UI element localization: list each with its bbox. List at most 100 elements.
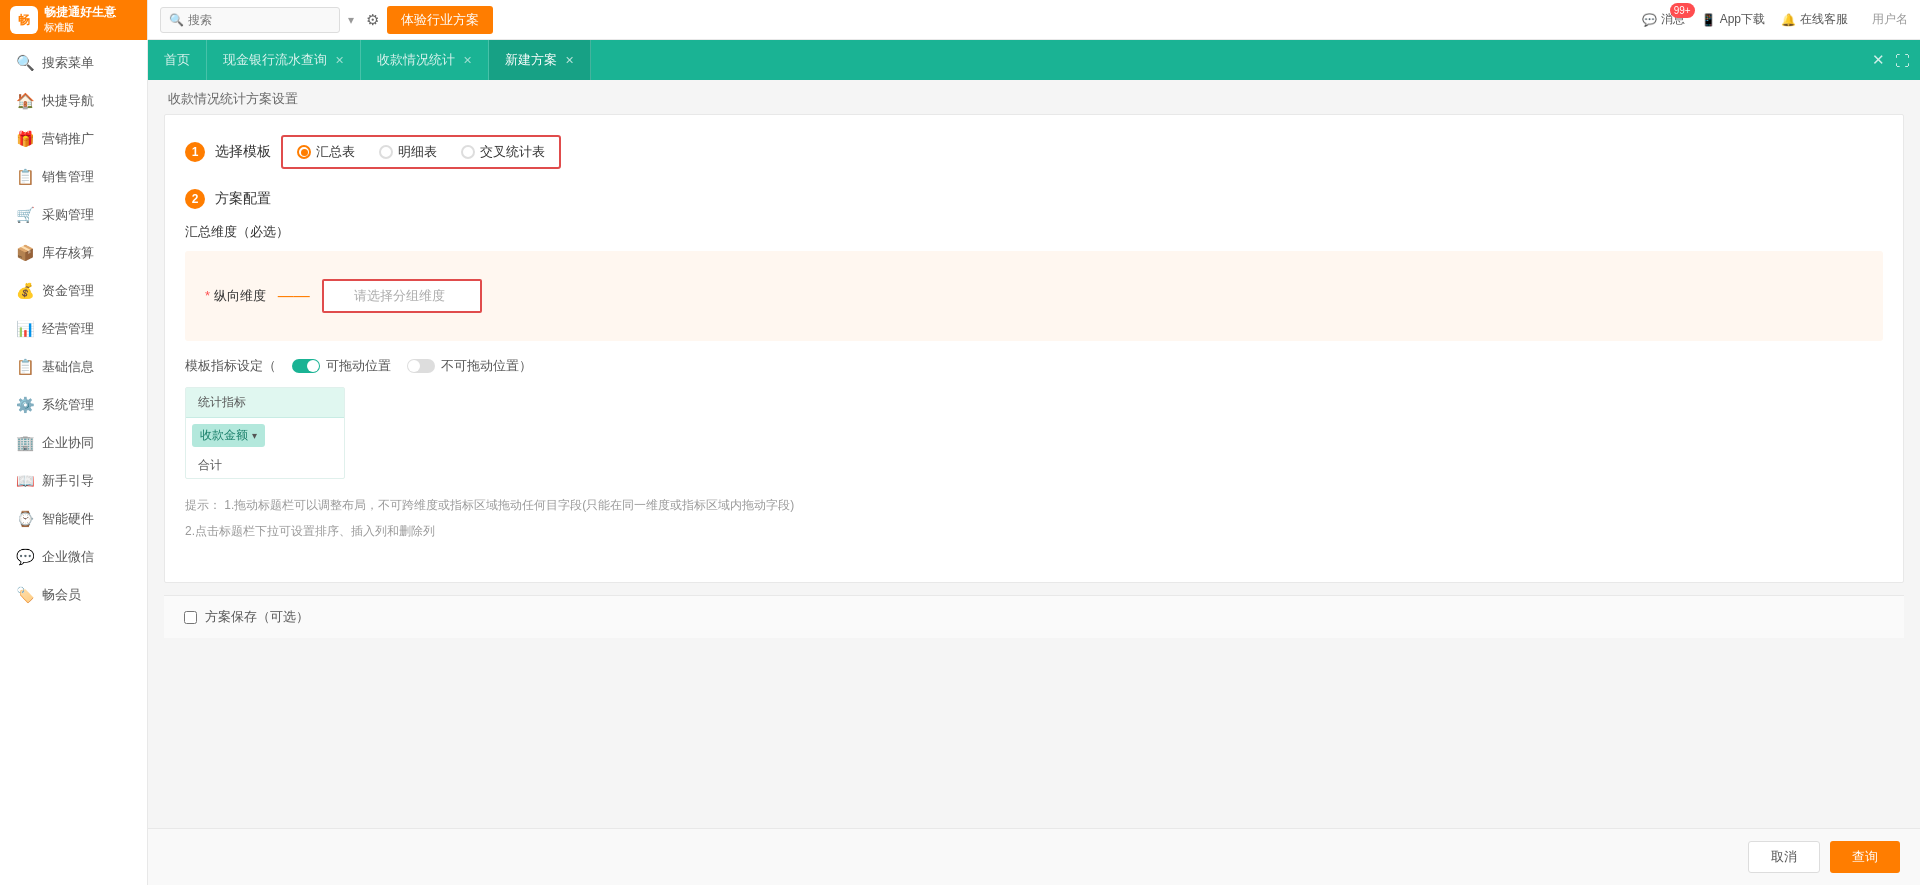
search-box: 🔍 <box>160 7 340 33</box>
dimension-config: 汇总维度（必选） * 纵向维度 —— 请选择分组维度 <box>185 223 1883 542</box>
cancel-button[interactable]: 取消 <box>1748 841 1820 873</box>
sidebar-item-label: 经营管理 <box>42 320 94 338</box>
enterprise-icon: 🏢 <box>16 434 34 452</box>
indicator-table: 统计指标 收款金额 ▾ 合计 <box>185 387 345 479</box>
logo: 畅 畅捷通好生意 标准版 <box>0 0 147 40</box>
sidebar-item-label: 资金管理 <box>42 282 94 300</box>
toggle-draggable-dot <box>292 359 320 373</box>
step2-label: 方案配置 <box>215 190 271 208</box>
toggle-not-draggable[interactable]: 不可拖动位置） <box>407 357 532 375</box>
tab-maximize-icon[interactable]: ⛶ <box>1895 52 1910 69</box>
indicator-settings: 模板指标设定（ 可拖动位置 不可拖动位置） 统计指标 <box>185 357 1883 479</box>
tab-collection-stats-label: 收款情况统计 <box>377 51 455 69</box>
tab-bank-flow-label: 现金银行流水查询 <box>223 51 327 69</box>
tab-home-label: 首页 <box>164 51 190 69</box>
sales-icon: 📋 <box>16 168 34 186</box>
step2-section: 2 方案配置 汇总维度（必选） * 纵向维度 —— 请选择分组维度 <box>185 189 1883 542</box>
indicator-tag-collection[interactable]: 收款金额 ▾ <box>192 424 265 447</box>
step1-section: 1 选择模板 汇总表 明细表 交叉统计表 <box>185 135 1883 169</box>
system-icon: ⚙️ <box>16 396 34 414</box>
radio-crosstab[interactable]: 交叉统计表 <box>461 143 545 161</box>
beginner-icon: 📖 <box>16 472 34 490</box>
sidebar: 畅 畅捷通好生意 标准版 🔍 搜索菜单 🏠 快捷导航 🎁 营销推广 📋 销售管理… <box>0 0 148 885</box>
toggle-not-draggable-label: 不可拖动位置） <box>441 357 532 375</box>
tab-close-all-icon[interactable]: ✕ <box>1872 51 1885 69</box>
logo-sub: 标准版 <box>44 21 116 35</box>
sidebar-item-wechat[interactable]: 💬 企业微信 <box>0 538 147 576</box>
toggle-not-draggable-dot <box>407 359 435 373</box>
sidebar-item-operation[interactable]: 📊 经营管理 <box>0 310 147 348</box>
step2-num: 2 <box>185 189 205 209</box>
vertical-dim-row: * 纵向维度 —— 请选择分组维度 <box>205 279 482 313</box>
sidebar-item-system[interactable]: ⚙️ 系统管理 <box>0 386 147 424</box>
app-icon: 📱 <box>1701 13 1716 27</box>
tabbar: 首页 现金银行流水查询 ✕ 收款情况统计 ✕ 新建方案 ✕ ✕ ⛶ <box>148 40 1920 80</box>
topbar-right: 💬 消息 99+ 📱 App下载 🔔 在线客服 用户名 <box>1642 11 1908 28</box>
online-support-button[interactable]: 🔔 在线客服 <box>1781 11 1848 28</box>
indicator-chevron-icon: ▾ <box>252 430 257 441</box>
app-download-button[interactable]: 📱 App下载 <box>1701 11 1765 28</box>
radio-detail[interactable]: 明细表 <box>379 143 437 161</box>
indicator-tag-label: 收款金额 <box>200 427 248 444</box>
sidebar-item-label: 智能硬件 <box>42 510 94 528</box>
sidebar-item-enterprise[interactable]: 🏢 企业协同 <box>0 424 147 462</box>
sidebar-item-quick-nav[interactable]: 🏠 快捷导航 <box>0 82 147 120</box>
save-section: 方案保存（可选） <box>164 595 1904 638</box>
sidebar-item-finance[interactable]: 💰 资金管理 <box>0 272 147 310</box>
sidebar-item-beginner[interactable]: 📖 新手引导 <box>0 462 147 500</box>
cta-button[interactable]: 体验行业方案 <box>387 6 493 34</box>
topbar-gear-icon[interactable]: ⚙ <box>366 11 379 29</box>
sidebar-item-search-menu[interactable]: 🔍 搜索菜单 <box>0 44 147 82</box>
sidebar-item-label: 企业协同 <box>42 434 94 452</box>
basic-icon: 📋 <box>16 358 34 376</box>
bottom-bar: 取消 查询 <box>148 828 1920 885</box>
indicator-subtotal-row: 合计 <box>186 453 344 478</box>
dim-arrow-icon: —— <box>278 287 310 305</box>
sidebar-item-inventory[interactable]: 📦 库存核算 <box>0 234 147 272</box>
step1-label: 选择模板 <box>215 143 271 161</box>
tips-line1: 提示： 1.拖动标题栏可以调整布局，不可跨维度或指标区域拖动任何目字段(只能在同… <box>185 495 1883 517</box>
save-checkbox[interactable] <box>184 611 197 624</box>
tab-collection-stats-close-icon[interactable]: ✕ <box>463 54 472 67</box>
sidebar-item-member[interactable]: 🏷️ 畅会员 <box>0 576 147 614</box>
sidebar-nav: 🔍 搜索菜单 🏠 快捷导航 🎁 营销推广 📋 销售管理 🛒 采购管理 📦 库存核… <box>0 40 147 885</box>
sidebar-item-marketing[interactable]: 🎁 营销推广 <box>0 120 147 158</box>
sidebar-item-smart-hw[interactable]: ⌚ 智能硬件 <box>0 500 147 538</box>
tab-collection-stats[interactable]: 收款情况统计 ✕ <box>361 40 489 80</box>
radio-summary-label: 汇总表 <box>316 143 355 161</box>
radio-detail-circle <box>379 145 393 159</box>
user-display[interactable]: 用户名 <box>1872 11 1908 28</box>
tab-bank-flow[interactable]: 现金银行流水查询 ✕ <box>207 40 361 80</box>
content: 收款情况统计方案设置 1 选择模板 汇总表 明细表 <box>148 80 1920 828</box>
gift-icon: 🎁 <box>16 130 34 148</box>
sidebar-item-basic[interactable]: 📋 基础信息 <box>0 348 147 386</box>
tab-bank-flow-close-icon[interactable]: ✕ <box>335 54 344 67</box>
search-input[interactable] <box>188 13 308 27</box>
required-star: * <box>205 288 210 303</box>
toggle-draggable[interactable]: 可拖动位置 <box>292 357 391 375</box>
search-icon: 🔍 <box>169 13 184 27</box>
notification-badge: 99+ <box>1670 3 1695 18</box>
sidebar-item-purchase[interactable]: 🛒 采购管理 <box>0 196 147 234</box>
topbar-chevron-icon[interactable]: ▾ <box>348 13 354 27</box>
sidebar-item-sales[interactable]: 📋 销售管理 <box>0 158 147 196</box>
sidebar-item-label: 系统管理 <box>42 396 94 414</box>
tab-new-plan-close-icon[interactable]: ✕ <box>565 54 574 67</box>
sidebar-item-label: 快捷导航 <box>42 92 94 110</box>
radio-summary-circle <box>297 145 311 159</box>
indicator-tag-row: 收款金额 ▾ <box>186 418 344 453</box>
radio-summary[interactable]: 汇总表 <box>297 143 355 161</box>
finance-icon: 💰 <box>16 282 34 300</box>
radio-crosstab-circle <box>461 145 475 159</box>
query-button[interactable]: 查询 <box>1830 841 1900 873</box>
operation-icon: 📊 <box>16 320 34 338</box>
search-menu-icon: 🔍 <box>16 54 34 72</box>
tab-new-plan[interactable]: 新建方案 ✕ <box>489 40 591 80</box>
inventory-icon: 📦 <box>16 244 34 262</box>
dim-placeholder-box[interactable]: 请选择分组维度 <box>322 279 482 313</box>
template-radio-group: 汇总表 明细表 交叉统计表 <box>281 135 561 169</box>
tips-line2: 2.点击标题栏下拉可设置排序、插入列和删除列 <box>185 521 1883 543</box>
notification-button[interactable]: 💬 消息 99+ <box>1642 11 1685 28</box>
tab-home[interactable]: 首页 <box>148 40 207 80</box>
logo-text: 畅捷通好生意 标准版 <box>44 5 116 35</box>
